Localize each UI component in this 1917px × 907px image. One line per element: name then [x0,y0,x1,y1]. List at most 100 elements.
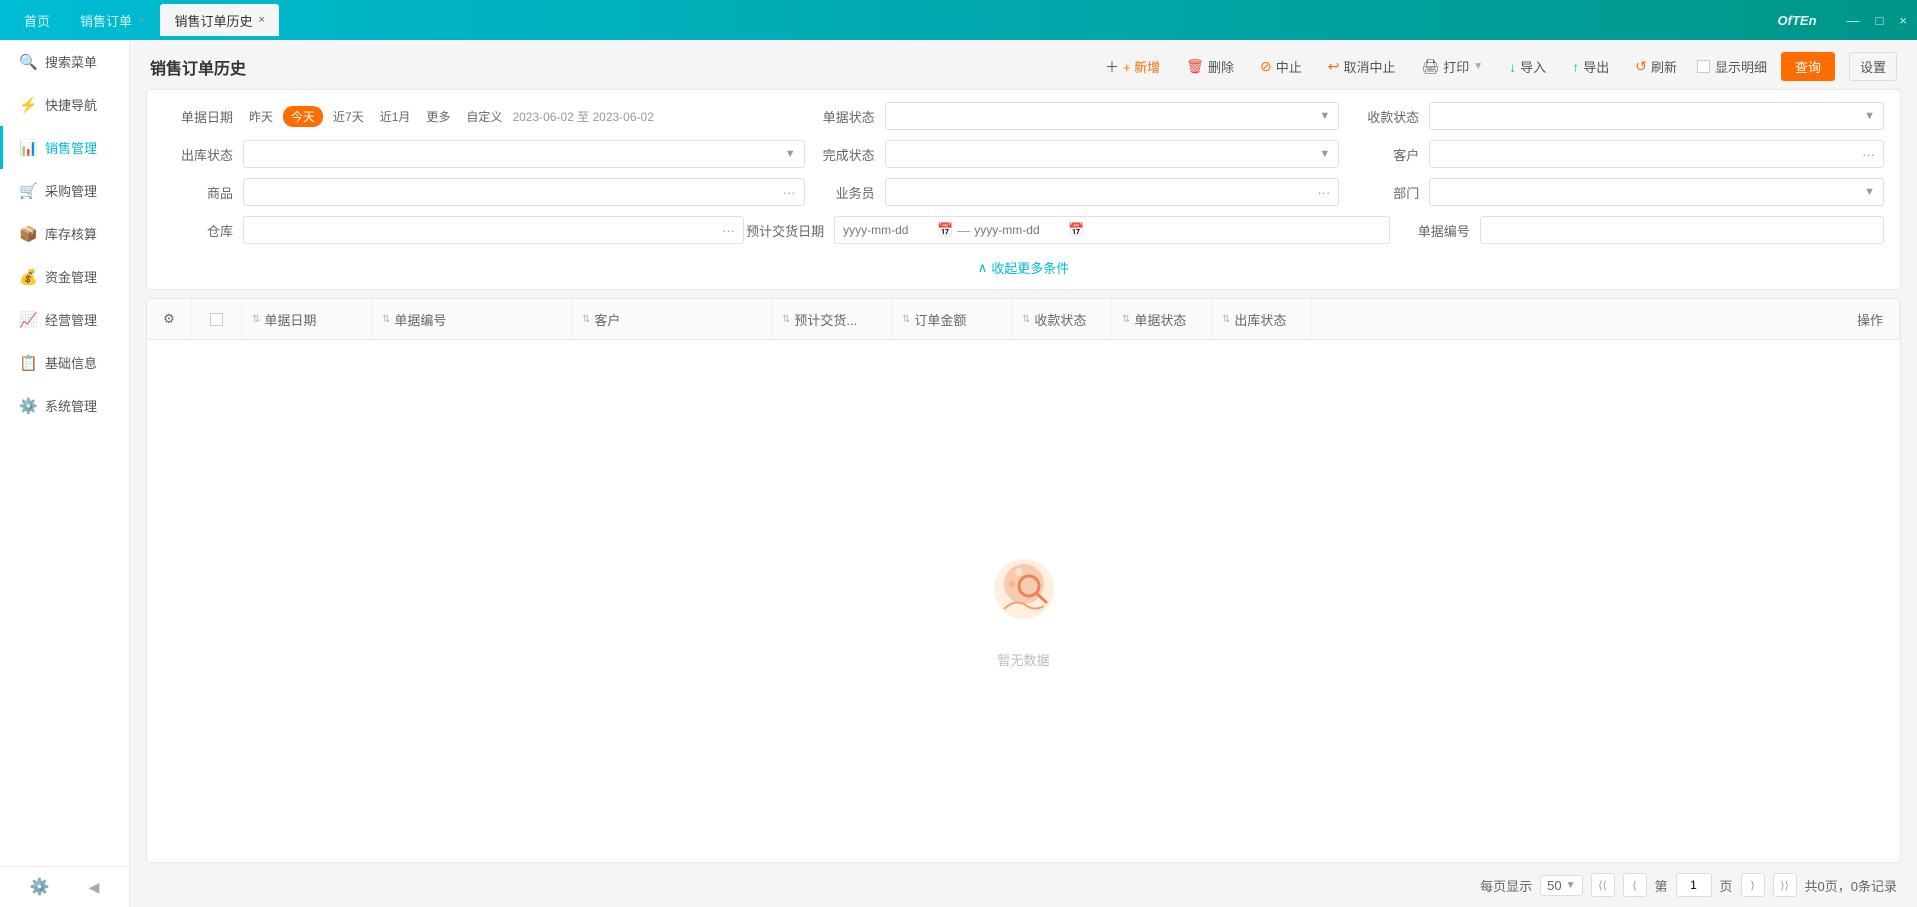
sidebar-item-basic[interactable]: 📋 基础信息 [0,341,129,384]
th-no[interactable]: ⇅ 单据编号 [372,299,572,339]
stop-button[interactable]: ⊘ 中止 [1254,53,1308,80]
page-word-before: 第 [1655,876,1668,895]
pagination-bar: 每页显示 50 ▼ ⟨⟨ ⟨ 第 页 ⟩ ⟩⟩ 共0页，0条记录 [130,863,1917,907]
th-outbound[interactable]: ⇅ 出库状态 [1212,299,1312,339]
delivery-date-start-calendar-icon[interactable]: 📅 [937,222,953,238]
prev-page-btn[interactable]: ⟨ [1623,873,1647,897]
print-button[interactable]: 🖨 打印 ▼ [1415,53,1489,80]
delivery-date-end-input[interactable] [974,223,1064,237]
recv-status-chevron-icon: ▼ [1864,110,1875,122]
tab-home[interactable]: 首页 [10,4,64,36]
customer-dots-icon: ··· [1862,147,1875,162]
warehouse-input[interactable]: ··· [243,216,744,244]
th-recv-status[interactable]: ⇅ 收款状态 [1012,299,1112,339]
total-pages-label: 共0页，0条记录 [1805,876,1897,895]
settings-button[interactable]: 设置 [1849,52,1897,81]
doc-no-label: 单据编号 [1400,221,1480,240]
th-customer[interactable]: ⇅ 客户 [572,299,772,339]
complete-chevron-icon: ▼ [1319,148,1330,160]
window-close-btn[interactable]: × [1899,13,1907,28]
sidebar-collapse-icon[interactable]: ◀ [89,879,100,896]
window-min-btn[interactable]: — [1847,13,1860,28]
sidebar-item-inventory[interactable]: 📦 库存核算 [0,212,129,255]
customer-input[interactable]: ··· [1429,140,1884,168]
display-toggle[interactable]: 显示明细 [1697,57,1767,76]
collapse-filter-btn[interactable]: ∧ 收起更多条件 [163,254,1884,277]
sort-date-icon: ⇅ [252,314,260,325]
goods-dots-icon: ··· [783,185,796,200]
sidebar-settings-icon[interactable]: ⚙️ [30,877,50,897]
tab-sales-order[interactable]: 销售订单 × [66,4,158,36]
salesperson-input[interactable]: ··· [885,178,1340,206]
th-settings[interactable]: ⚙ [147,299,192,339]
sort-recv-icon: ⇅ [1022,314,1030,325]
close-sales-order-tab-icon[interactable]: × [138,14,144,26]
table-settings-icon[interactable]: ⚙ [163,311,175,327]
sidebar-item-operations[interactable]: 📈 经营管理 [0,298,129,341]
page-size-chevron-icon: ▼ [1566,880,1576,891]
export-icon: ↑ [1572,59,1579,75]
date-7days-btn[interactable]: 近7天 [327,107,370,126]
display-toggle-checkbox[interactable] [1697,60,1710,73]
window-controls: OfTEn — □ × [1778,13,1907,28]
sort-delivery-icon: ⇅ [782,314,790,325]
next-page-btn[interactable]: ⟩ [1741,873,1765,897]
operations-icon: 📈 [19,311,37,329]
complete-label: 完成状态 [805,145,885,164]
last-page-btn[interactable]: ⟩⟩ [1773,873,1797,897]
delivery-date-end-calendar-icon[interactable]: 📅 [1068,222,1084,238]
new-icon: ＋ [1105,57,1119,77]
date-more-btn[interactable]: 更多 [420,107,456,126]
new-button[interactable]: ＋ + 新增 [1099,53,1166,81]
delivery-date-start-input[interactable] [843,223,933,237]
quick-nav-icon: ⚡ [19,96,37,114]
system-icon: ⚙️ [19,397,37,415]
recv-status-select[interactable]: ▼ [1429,102,1884,130]
select-all-checkbox[interactable] [210,313,223,326]
dept-select[interactable]: ▼ [1429,178,1884,206]
content-area: 销售订单历史 ＋ + 新增 🗑 删除 ⊘ 中止 ↩ 取消中止 [130,40,1917,907]
goods-input[interactable]: ··· [243,178,805,206]
window-max-btn[interactable]: □ [1876,13,1884,28]
th-amount[interactable]: ⇅ 订单金额 [892,299,1012,339]
date-1month-btn[interactable]: 近1月 [374,107,417,126]
doc-status-select[interactable]: ▼ [885,102,1340,130]
th-delivery[interactable]: ⇅ 预计交货... [772,299,892,339]
toolbar: ＋ + 新增 🗑 删除 ⊘ 中止 ↩ 取消中止 🖨 打印 [1099,52,1897,81]
sidebar-item-system[interactable]: ⚙️ 系统管理 [0,384,129,427]
print-icon: 🖨 [1421,58,1439,75]
th-checkbox[interactable] [192,299,242,339]
tab-sales-order-history[interactable]: 销售订单历史 × [160,4,278,36]
cancel-stop-icon: ↩ [1328,58,1340,75]
empty-illustration [974,534,1074,634]
complete-select[interactable]: ▼ [885,140,1340,168]
date-yesterday-btn[interactable]: 昨天 [243,107,279,126]
doc-status-chevron-icon: ▼ [1319,110,1330,122]
doc-no-input[interactable] [1480,216,1884,244]
first-page-btn[interactable]: ⟨⟨ [1591,873,1615,897]
page-number-input[interactable] [1676,873,1712,897]
delivery-date-label: 预计交货日期 [744,221,834,240]
import-button[interactable]: ↓ 导入 [1503,53,1552,80]
sidebar-item-purchase[interactable]: 🛒 采购管理 [0,169,129,212]
date-custom-btn[interactable]: 自定义 [460,107,508,126]
date-today-btn[interactable]: 今天 [283,106,323,127]
th-date[interactable]: ⇅ 单据日期 [242,299,372,339]
delete-button[interactable]: 🗑 删除 [1180,53,1240,80]
query-button[interactable]: 查询 [1781,52,1835,81]
outbound-select[interactable]: ▼ [243,140,805,168]
sidebar-item-search[interactable]: 🔍 搜索菜单 [0,40,129,83]
cancel-stop-button[interactable]: ↩ 取消中止 [1322,53,1402,80]
sidebar-item-finance[interactable]: 💰 资金管理 [0,255,129,298]
outbound-chevron-icon: ▼ [785,148,796,160]
salesperson-dots-icon: ··· [1317,185,1330,200]
sort-amount-icon: ⇅ [902,314,910,325]
sidebar-item-quick-nav[interactable]: ⚡ 快捷导航 [0,83,129,126]
th-doc-status[interactable]: ⇅ 单据状态 [1112,299,1212,339]
refresh-button[interactable]: ↺ 刷新 [1629,53,1683,80]
sidebar-item-sales[interactable]: 📊 销售管理 [0,126,129,169]
page-size-select[interactable]: 50 ▼ [1540,875,1582,896]
close-history-tab-icon[interactable]: × [258,14,264,26]
export-button[interactable]: ↑ 导出 [1566,53,1615,80]
date-quick-btns: 昨天 今天 近7天 近1月 更多 自定义 [243,106,508,127]
